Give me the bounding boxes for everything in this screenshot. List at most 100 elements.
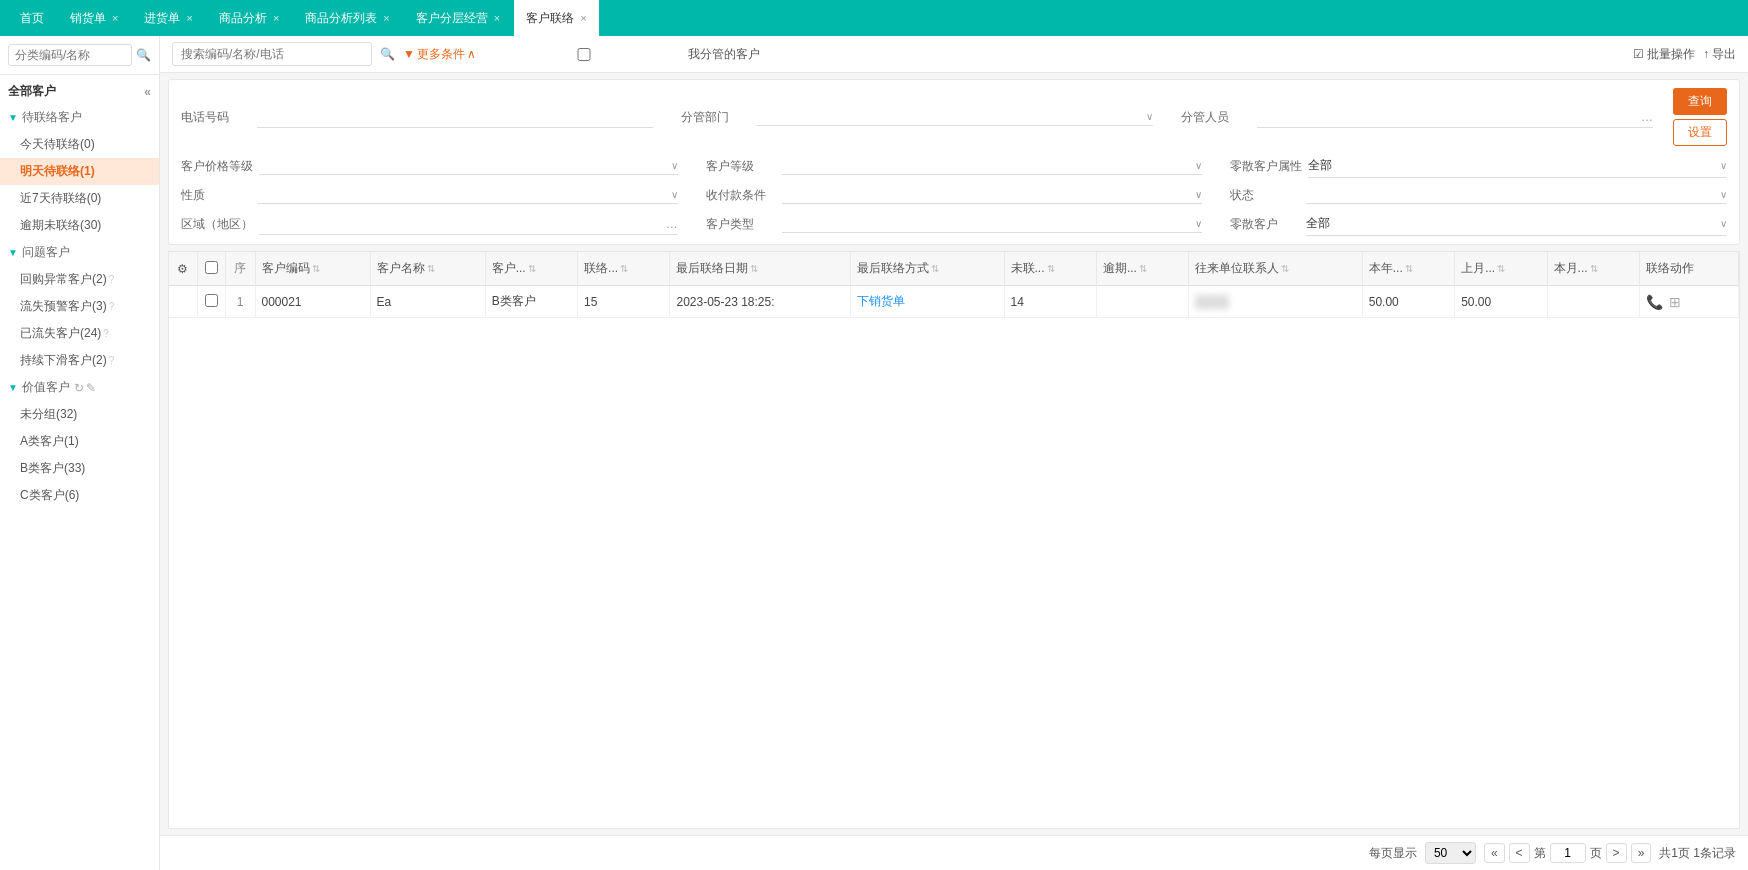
nav-customer-tier[interactable]: 客户分层经营 ×: [404, 0, 512, 36]
sidebar-item-class-c[interactable]: C类客户(6): [0, 482, 159, 509]
filter-row-3: 性质 ∨ 收付款条件 ∨ 状态: [181, 186, 1727, 204]
sidebar-search-input[interactable]: [8, 44, 132, 66]
sidebar-item-churn-warning[interactable]: 流失预警客户(3) ?: [0, 293, 159, 320]
last-page-button[interactable]: »: [1631, 843, 1652, 863]
per-page-select[interactable]: 50 20 100: [1425, 842, 1476, 864]
nav-product-analysis[interactable]: 商品分析 ×: [207, 0, 291, 36]
select-all-checkbox[interactable]: [205, 261, 218, 274]
more-icon[interactable]: …: [666, 217, 678, 231]
price-level-select[interactable]: ∨: [259, 157, 678, 175]
col-this-month: 本月...⇅: [1547, 252, 1639, 286]
type-select[interactable]: ∨: [782, 215, 1203, 233]
export-button[interactable]: ↑ 导出: [1703, 46, 1736, 63]
arrow-icon: ▼: [8, 247, 18, 258]
sidebar-search-icon[interactable]: 🔍: [136, 48, 151, 62]
sort-icon[interactable]: ⇅: [1590, 263, 1598, 274]
sidebar-group-value[interactable]: ▼ 价值客户 ↻ ✎: [0, 374, 159, 401]
more-action-icon[interactable]: ⊞: [1669, 294, 1681, 310]
sidebar-item-declining[interactable]: 持续下滑客户(2) ?: [0, 347, 159, 374]
filter-retail-attr: 零散客户属性 全部 ∨: [1230, 154, 1727, 178]
sidebar-item-ungrouped[interactable]: 未分组(32): [0, 401, 159, 428]
customer-table-container: ⚙ 序 客户编码⇅ 客户名称⇅ 客户...⇅ 联络...⇅ 最后联络日期⇅ 最后…: [168, 251, 1740, 829]
sort-icon[interactable]: ⇅: [750, 263, 758, 274]
search-icon[interactable]: 🔍: [380, 47, 395, 61]
first-page-button[interactable]: «: [1484, 843, 1505, 863]
page-number-input[interactable]: [1550, 843, 1586, 863]
dept-select[interactable]: ∨: [757, 108, 1153, 126]
nav-purchase-order[interactable]: 进货单 ×: [132, 0, 204, 36]
sidebar-item-tomorrow-contact[interactable]: 明天待联络(1): [0, 158, 159, 185]
retail-attr-select[interactable]: 全部 ∨: [1308, 154, 1727, 178]
sort-icon[interactable]: ⇅: [931, 263, 939, 274]
sort-icon[interactable]: ⇅: [1497, 263, 1505, 274]
sort-icon[interactable]: ⇅: [528, 263, 536, 274]
close-icon[interactable]: ×: [494, 12, 500, 24]
region-select[interactable]: …: [259, 214, 678, 235]
row-contact-person: ████: [1189, 286, 1362, 318]
sidebar-item-repurchase-abnormal[interactable]: 回购异常客户(2) ?: [0, 266, 159, 293]
phone-action-icon[interactable]: 📞: [1646, 294, 1663, 310]
col-last-month: 上月...⇅: [1455, 252, 1547, 286]
filter-dept: 分管部门 ∨: [681, 108, 1153, 126]
chevron-down-icon: ∨: [1720, 189, 1727, 200]
edit-icon[interactable]: ✎: [86, 381, 96, 395]
collapse-icon[interactable]: «: [144, 85, 151, 99]
row-select-checkbox[interactable]: [205, 294, 218, 307]
filter-button[interactable]: ▼ 更多条件 ∧: [403, 46, 476, 63]
sidebar-search-area: 🔍: [0, 36, 159, 75]
sort-icon[interactable]: ⇅: [1405, 263, 1413, 274]
nav-home[interactable]: 首页: [8, 0, 56, 36]
sort-icon[interactable]: ⇅: [312, 263, 320, 274]
row-this-month: [1547, 286, 1639, 318]
sort-icon[interactable]: ⇅: [620, 263, 628, 274]
sidebar-item-7day-contact[interactable]: 近7天待联络(0): [0, 185, 159, 212]
sidebar-item-class-b[interactable]: B类客户(33): [0, 455, 159, 482]
export-icon: ↑: [1703, 47, 1709, 61]
row-overdue: [1096, 286, 1188, 318]
nav-customer-contact[interactable]: 客户联络 ×: [514, 0, 598, 36]
sidebar-item-churned[interactable]: 已流失客户(24) ?: [0, 320, 159, 347]
sidebar-group-problem[interactable]: ▼ 问题客户: [0, 239, 159, 266]
settings-button[interactable]: 设置: [1673, 119, 1727, 146]
sidebar-item-class-a[interactable]: A类客户(1): [0, 428, 159, 455]
sort-icon[interactable]: ⇅: [427, 263, 435, 274]
sort-icon[interactable]: ⇅: [1139, 263, 1147, 274]
close-icon[interactable]: ×: [186, 12, 192, 24]
batch-operation-button[interactable]: ☑ 批量操作: [1633, 46, 1695, 63]
help-icon: ?: [109, 301, 115, 312]
close-icon[interactable]: ×: [580, 12, 586, 24]
row-num: 1: [225, 286, 255, 318]
sidebar-item-overdue-contact[interactable]: 逾期未联络(30): [0, 212, 159, 239]
nav-sales-order[interactable]: 销货单 ×: [58, 0, 130, 36]
filter-nature: 性质 ∨: [181, 186, 678, 204]
arrow-icon: ▼: [8, 382, 18, 393]
my-customers-checkbox-label[interactable]: 我分管的客户: [484, 46, 760, 63]
person-select[interactable]: …: [1257, 107, 1653, 128]
row-name: Ea: [370, 286, 485, 318]
payment-select[interactable]: ∨: [782, 186, 1203, 204]
close-icon[interactable]: ×: [112, 12, 118, 24]
more-icon[interactable]: …: [1641, 110, 1653, 124]
retail-customer-select[interactable]: 全部 ∨: [1306, 212, 1727, 236]
phone-input[interactable]: [257, 107, 653, 128]
col-action: 联络动作: [1639, 252, 1738, 286]
sidebar-item-today-contact[interactable]: 今天待联络(0): [0, 131, 159, 158]
sort-icon[interactable]: ⇅: [1047, 263, 1055, 274]
chevron-down-icon: ∨: [1195, 160, 1202, 171]
status-select[interactable]: ∨: [1306, 186, 1727, 204]
nature-select[interactable]: ∨: [257, 186, 678, 204]
sidebar-group-pending[interactable]: ▼ 待联络客户: [0, 104, 159, 131]
sort-icon[interactable]: ⇅: [1281, 263, 1289, 274]
close-icon[interactable]: ×: [383, 12, 389, 24]
search-input[interactable]: [172, 42, 372, 66]
row-last-method: 下销货单: [850, 286, 1004, 318]
last-method-link[interactable]: 下销货单: [857, 294, 905, 308]
next-page-button[interactable]: >: [1606, 843, 1627, 863]
level-select[interactable]: ∨: [782, 157, 1203, 175]
close-icon[interactable]: ×: [273, 12, 279, 24]
nav-product-analysis-list[interactable]: 商品分析列表 ×: [293, 0, 401, 36]
query-button[interactable]: 查询: [1673, 88, 1727, 115]
my-customers-checkbox[interactable]: [484, 48, 684, 61]
prev-page-button[interactable]: <: [1509, 843, 1530, 863]
refresh-icon[interactable]: ↻: [74, 381, 84, 395]
